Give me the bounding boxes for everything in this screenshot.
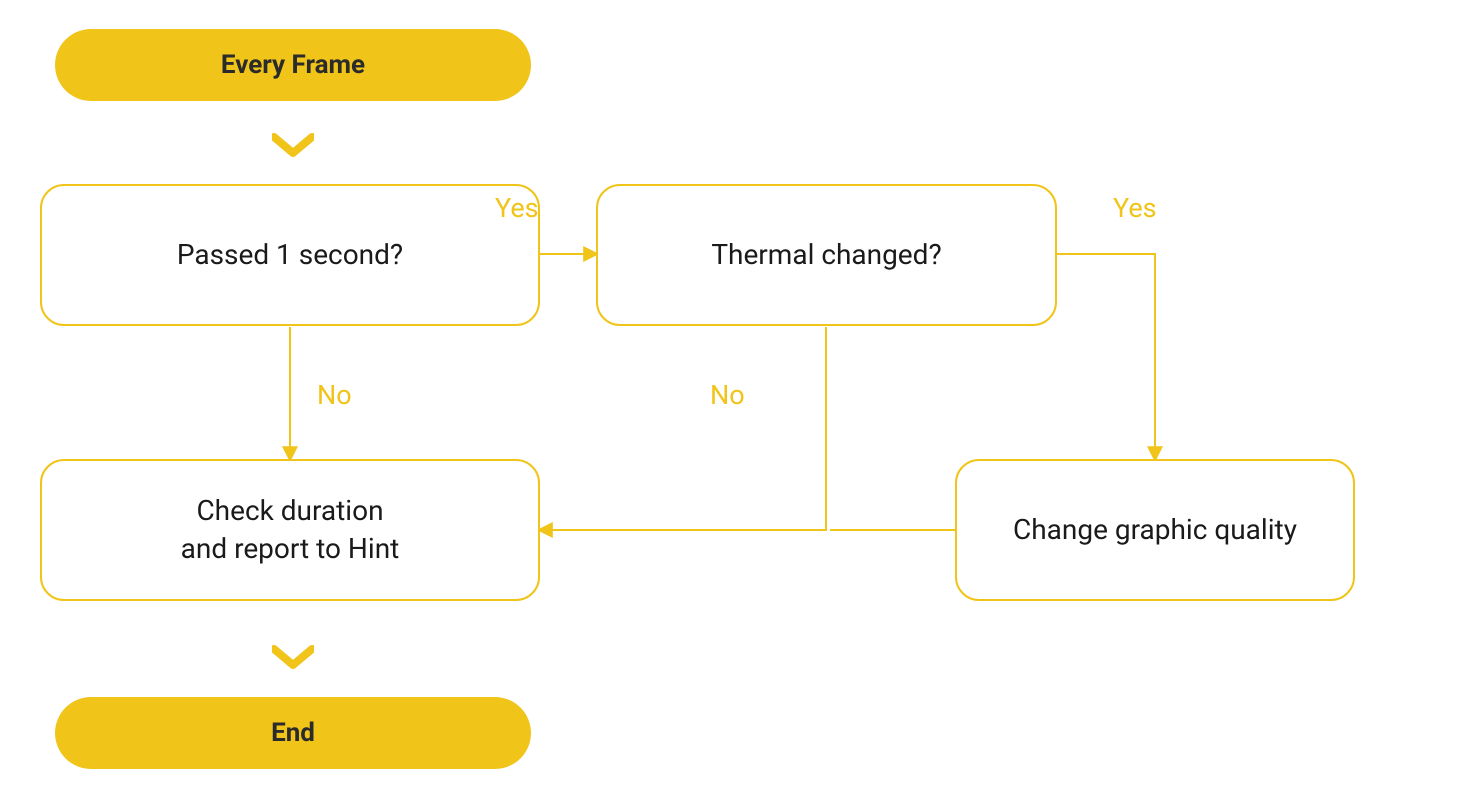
start-terminal: Every Frame (55, 29, 531, 101)
chevron-down-icon (272, 124, 314, 168)
process-check-duration-label: Check duration and report to Hint (181, 492, 400, 568)
end-label: End (271, 718, 315, 748)
edge-label-yes-1: Yes (495, 192, 539, 224)
decision-passed-1-second-label: Passed 1 second? (177, 236, 403, 274)
edge-label-no-1: No (317, 379, 352, 411)
decision-passed-1-second: Passed 1 second? (40, 184, 540, 326)
chevron-down-icon (272, 636, 314, 680)
process-change-graphic-quality-label: Change graphic quality (1013, 511, 1297, 549)
start-label: Every Frame (221, 50, 365, 80)
decision-thermal-changed-label: Thermal changed? (711, 236, 941, 274)
decision-thermal-changed: Thermal changed? (596, 184, 1057, 326)
edge-label-no-2: No (710, 379, 745, 411)
process-change-graphic-quality: Change graphic quality (955, 459, 1355, 601)
flowchart-canvas: Every Frame Passed 1 second? Thermal cha… (0, 0, 1471, 799)
process-check-duration: Check duration and report to Hint (40, 459, 540, 601)
edge-label-yes-2: Yes (1113, 192, 1157, 224)
end-terminal: End (55, 697, 531, 769)
